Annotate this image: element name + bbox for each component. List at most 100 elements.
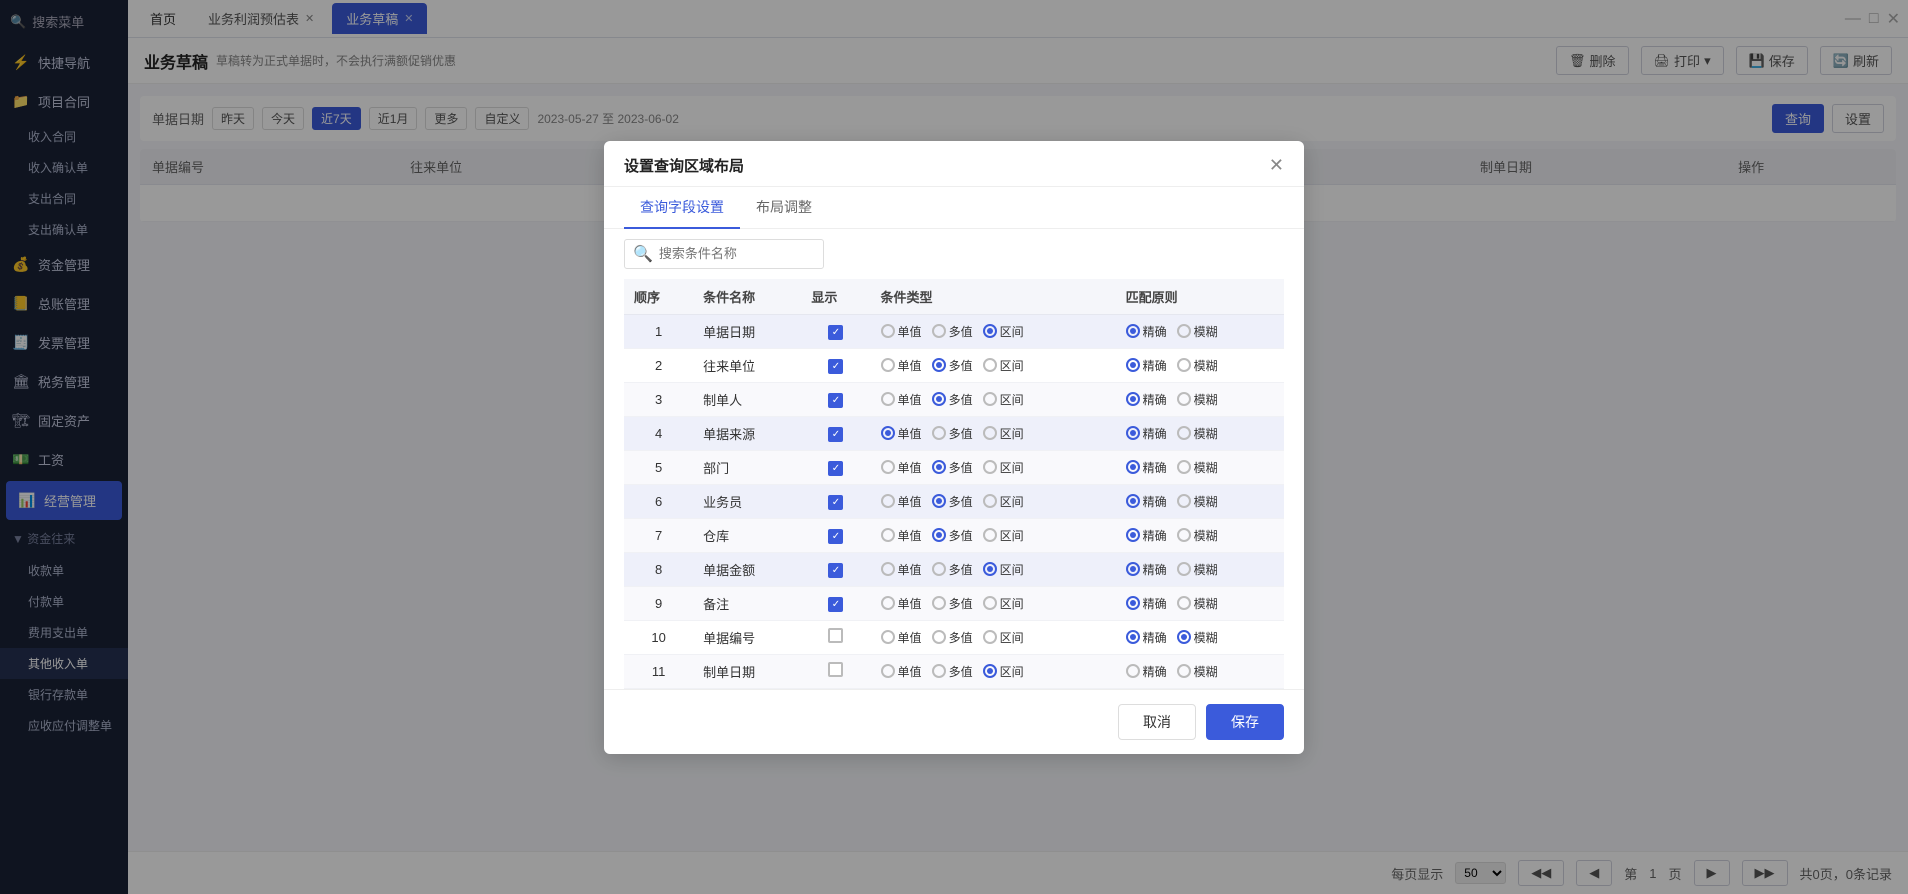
type-radio-single[interactable]: 单值 [881,663,922,680]
display-checkbox[interactable]: ✓ [828,563,843,578]
type-radio-group: 单值多值区间 [881,629,1106,646]
cell-display[interactable] [801,620,870,654]
match-radio-exact[interactable]: 精确 [1126,527,1167,544]
match-radio-exact[interactable]: 精确 [1126,493,1167,510]
type-radio-multiple[interactable]: 多值 [932,629,973,646]
type-radio-single[interactable]: 单值 [881,561,922,578]
type-radio-range[interactable]: 区间 [983,527,1024,544]
type-radio-range[interactable]: 区间 [983,629,1024,646]
display-checkbox[interactable]: ✓ [828,393,843,408]
match-radio-group: 精确模糊 [1126,391,1274,408]
cell-order: 2 [624,348,693,382]
match-radio-fuzzy[interactable]: 模糊 [1177,595,1218,612]
match-radio-exact[interactable]: 精确 [1126,663,1167,680]
cell-display[interactable]: ✓ [801,348,870,382]
cell-display[interactable]: ✓ [801,484,870,518]
match-radio-exact[interactable]: 精确 [1126,629,1167,646]
match-radio-fuzzy[interactable]: 模糊 [1177,459,1218,476]
cell-display[interactable]: ✓ [801,416,870,450]
type-radio-single[interactable]: 单值 [881,357,922,374]
match-radio-fuzzy[interactable]: 模糊 [1177,663,1218,680]
type-radio-multiple[interactable]: 多值 [932,425,973,442]
type-radio-single[interactable]: 单值 [881,391,922,408]
match-radio-exact[interactable]: 精确 [1126,323,1167,340]
display-checkbox[interactable]: ✓ [828,461,843,476]
cell-display[interactable]: ✓ [801,518,870,552]
cell-match: 精确模糊 [1116,348,1284,382]
cell-display[interactable] [801,654,870,688]
match-radio-exact[interactable]: 精确 [1126,459,1167,476]
match-radio-group: 精确模糊 [1126,595,1274,612]
cell-type: 单值多值区间 [871,552,1116,586]
display-checkbox[interactable]: ✓ [828,427,843,442]
type-radio-range[interactable]: 区间 [983,357,1024,374]
search-input-wrap: 🔍 [624,239,824,269]
cell-name: 备注 [693,586,801,620]
type-radio-range[interactable]: 区间 [983,459,1024,476]
display-checkbox[interactable] [828,662,843,677]
match-radio-fuzzy[interactable]: 模糊 [1177,425,1218,442]
type-radio-multiple[interactable]: 多值 [932,459,973,476]
type-radio-multiple[interactable]: 多值 [932,527,973,544]
type-radio-single[interactable]: 单值 [881,595,922,612]
type-radio-group: 单值多值区间 [881,595,1106,612]
display-checkbox[interactable]: ✓ [828,597,843,612]
type-radio-single[interactable]: 单值 [881,425,922,442]
match-radio-fuzzy[interactable]: 模糊 [1177,629,1218,646]
search-icon: 🔍 [633,244,653,264]
type-radio-range[interactable]: 区间 [983,425,1024,442]
cell-display[interactable]: ✓ [801,450,870,484]
type-radio-single[interactable]: 单值 [881,493,922,510]
dialog-tab-field-settings[interactable]: 查询字段设置 [624,187,740,229]
display-checkbox[interactable]: ✓ [828,495,843,510]
dialog-tab-layout-adjust[interactable]: 布局调整 [740,187,828,229]
match-radio-fuzzy[interactable]: 模糊 [1177,357,1218,374]
cell-match: 精确模糊 [1116,416,1284,450]
display-checkbox[interactable]: ✓ [828,359,843,374]
cell-order: 8 [624,552,693,586]
type-radio-multiple[interactable]: 多值 [932,323,973,340]
cell-display[interactable]: ✓ [801,314,870,348]
type-radio-range[interactable]: 区间 [983,595,1024,612]
search-input[interactable] [659,246,819,261]
type-radio-single[interactable]: 单值 [881,527,922,544]
match-radio-exact[interactable]: 精确 [1126,391,1167,408]
type-radio-multiple[interactable]: 多值 [932,663,973,680]
display-checkbox[interactable] [828,628,843,643]
match-radio-fuzzy[interactable]: 模糊 [1177,527,1218,544]
type-radio-multiple[interactable]: 多值 [932,493,973,510]
cell-order: 7 [624,518,693,552]
match-radio-group: 精确模糊 [1126,425,1274,442]
cell-display[interactable]: ✓ [801,552,870,586]
type-radio-range[interactable]: 区间 [983,663,1024,680]
display-checkbox[interactable]: ✓ [828,529,843,544]
type-radio-single[interactable]: 单值 [881,459,922,476]
dialog-close-btn[interactable]: ✕ [1269,155,1284,176]
type-radio-range[interactable]: 区间 [983,493,1024,510]
cell-display[interactable]: ✓ [801,586,870,620]
type-radio-multiple[interactable]: 多值 [932,595,973,612]
type-radio-range[interactable]: 区间 [983,391,1024,408]
match-radio-fuzzy[interactable]: 模糊 [1177,493,1218,510]
type-radio-multiple[interactable]: 多值 [932,561,973,578]
cell-display[interactable]: ✓ [801,382,870,416]
match-radio-group: 精确模糊 [1126,459,1274,476]
match-radio-group: 精确模糊 [1126,323,1274,340]
type-radio-single[interactable]: 单值 [881,629,922,646]
cancel-button[interactable]: 取消 [1118,704,1196,740]
type-radio-range[interactable]: 区间 [983,323,1024,340]
match-radio-fuzzy[interactable]: 模糊 [1177,391,1218,408]
type-radio-range[interactable]: 区间 [983,561,1024,578]
type-radio-group: 单值多值区间 [881,493,1106,510]
match-radio-fuzzy[interactable]: 模糊 [1177,323,1218,340]
type-radio-single[interactable]: 单值 [881,323,922,340]
match-radio-exact[interactable]: 精确 [1126,561,1167,578]
match-radio-exact[interactable]: 精确 [1126,595,1167,612]
display-checkbox[interactable]: ✓ [828,325,843,340]
type-radio-multiple[interactable]: 多值 [932,357,973,374]
match-radio-exact[interactable]: 精确 [1126,357,1167,374]
type-radio-multiple[interactable]: 多值 [932,391,973,408]
match-radio-fuzzy[interactable]: 模糊 [1177,561,1218,578]
dialog-save-button[interactable]: 保存 [1206,704,1284,740]
match-radio-exact[interactable]: 精确 [1126,425,1167,442]
